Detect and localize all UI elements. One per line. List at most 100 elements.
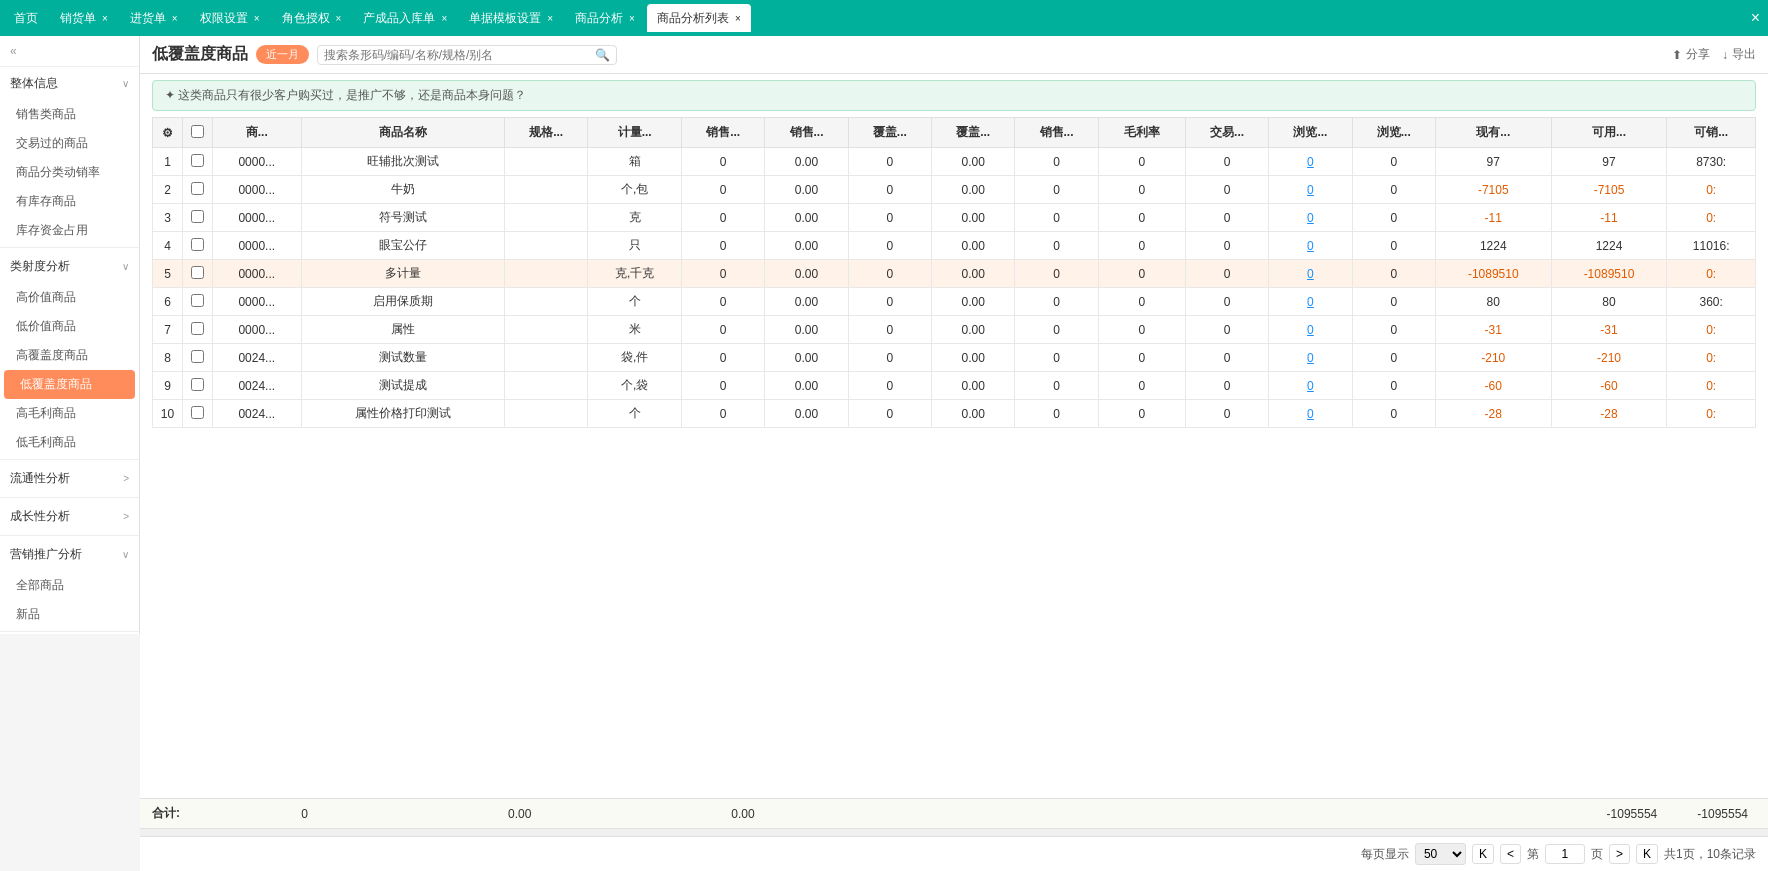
table-row: 20000...牛奶个,包00.0000.0000000-7105-71050: bbox=[153, 176, 1756, 204]
page-number-input[interactable] bbox=[1545, 844, 1585, 864]
row-cover2: 0.00 bbox=[932, 344, 1015, 372]
row-checkbox[interactable] bbox=[183, 148, 213, 176]
sidebar-item-销售类商品[interactable]: 销售类商品 bbox=[0, 100, 139, 129]
per-page-select[interactable]: 2050100 bbox=[1415, 843, 1466, 865]
last-page-button[interactable]: K bbox=[1636, 844, 1658, 864]
row-sales2: 0 bbox=[1015, 204, 1098, 232]
sidebar-collapse-icon[interactable]: « bbox=[10, 44, 17, 58]
sidebar-section-arrow: ∨ bbox=[122, 549, 129, 560]
row-gross-rate: 0 bbox=[1098, 260, 1185, 288]
close-window-button[interactable]: × bbox=[1751, 9, 1760, 27]
row-spec bbox=[504, 176, 587, 204]
row-browse1[interactable]: 0 bbox=[1269, 316, 1352, 344]
sidebar-section-成长性分析[interactable]: 成长性分析> bbox=[0, 500, 139, 533]
close-tab-icon[interactable]: × bbox=[102, 13, 108, 24]
row-browse1[interactable]: 0 bbox=[1269, 176, 1352, 204]
th-cover1: 覆盖... bbox=[848, 118, 931, 148]
row-available: -7105 bbox=[1551, 176, 1667, 204]
pagination-bar: 每页显示 2050100 K < 第 页 > K 共1页，10条记录 bbox=[140, 836, 1768, 871]
nav-tab-产成品入库单[interactable]: 产成品入库单 × bbox=[353, 4, 457, 32]
search-input[interactable] bbox=[324, 48, 591, 62]
sidebar-section-流通性分析[interactable]: 流通性分析> bbox=[0, 462, 139, 495]
row-trade: 0 bbox=[1185, 344, 1268, 372]
row-checkbox[interactable] bbox=[183, 232, 213, 260]
row-sales-qty: 0 bbox=[682, 372, 765, 400]
row-browse1[interactable]: 0 bbox=[1269, 204, 1352, 232]
info-banner: ✦ 这类商品只有很少客户购买过，是推广不够，还是商品本身问题？ bbox=[152, 80, 1756, 111]
sidebar-item-全部商品[interactable]: 全部商品 bbox=[0, 571, 139, 600]
row-code: 0000... bbox=[213, 204, 302, 232]
table-body: 10000...旺辅批次测试箱00.0000.000000097978730:2… bbox=[153, 148, 1756, 428]
nav-tab-销货单[interactable]: 销货单 × bbox=[50, 4, 118, 32]
row-checkbox[interactable] bbox=[183, 176, 213, 204]
row-cover1: 0 bbox=[848, 400, 931, 428]
content-area: 低覆盖度商品 近一月 🔍 ⬆ 分享 ↓ 导出 ✦ 这类商品只有很少客户购买过，是… bbox=[140, 36, 1768, 871]
close-tab-icon[interactable]: × bbox=[254, 13, 260, 24]
row-checkbox[interactable] bbox=[183, 260, 213, 288]
row-checkbox[interactable] bbox=[183, 372, 213, 400]
nav-tab-商品分析[interactable]: 商品分析 × bbox=[565, 4, 645, 32]
row-gross-rate: 0 bbox=[1098, 288, 1185, 316]
row-browse1[interactable]: 0 bbox=[1269, 260, 1352, 288]
select-all-checkbox[interactable] bbox=[191, 125, 204, 138]
row-checkbox[interactable] bbox=[183, 316, 213, 344]
nav-tab-进货单[interactable]: 进货单 × bbox=[120, 4, 188, 32]
close-tab-icon[interactable]: × bbox=[547, 13, 553, 24]
nav-tab-首页[interactable]: 首页 bbox=[4, 4, 48, 32]
main-layout: « 整体信息∨销售类商品交易过的商品商品分类动销率有库存商品库存资金占用类射度分… bbox=[0, 36, 1768, 871]
row-browse1[interactable]: 0 bbox=[1269, 148, 1352, 176]
sidebar-item-低价值商品[interactable]: 低价值商品 bbox=[0, 312, 139, 341]
sidebar-item-低覆盖度商品[interactable]: 低覆盖度商品 bbox=[4, 370, 135, 399]
row-sales2: 0 bbox=[1015, 232, 1098, 260]
close-tab-icon[interactable]: × bbox=[629, 13, 635, 24]
table-row: 10000...旺辅批次测试箱00.0000.000000097978730: bbox=[153, 148, 1756, 176]
nav-tab-权限设置[interactable]: 权限设置 × bbox=[190, 4, 270, 32]
row-browse1[interactable]: 0 bbox=[1269, 344, 1352, 372]
nav-tab-单据模板设置[interactable]: 单据模板设置 × bbox=[459, 4, 563, 32]
sidebar-section-营销推广分析[interactable]: 营销推广分析∨ bbox=[0, 538, 139, 571]
th-checkbox[interactable] bbox=[183, 118, 213, 148]
prev-page-button[interactable]: < bbox=[1500, 844, 1521, 864]
sidebar-item-新品[interactable]: 新品 bbox=[0, 600, 139, 629]
sidebar-item-有库存商品[interactable]: 有库存商品 bbox=[0, 187, 139, 216]
row-checkbox[interactable] bbox=[183, 344, 213, 372]
export-button[interactable]: ↓ 导出 bbox=[1722, 46, 1756, 63]
row-checkbox[interactable] bbox=[183, 204, 213, 232]
sidebar-item-高毛利商品[interactable]: 高毛利商品 bbox=[0, 399, 139, 428]
th-browse2: 浏览... bbox=[1352, 118, 1435, 148]
close-tab-icon[interactable]: × bbox=[336, 13, 342, 24]
sidebar-item-交易过的商品[interactable]: 交易过的商品 bbox=[0, 129, 139, 158]
close-tab-icon[interactable]: × bbox=[172, 13, 178, 24]
sidebar-item-低毛利商品[interactable]: 低毛利商品 bbox=[0, 428, 139, 457]
row-sales-qty: 0 bbox=[682, 176, 765, 204]
horizontal-scrollbar[interactable] bbox=[140, 828, 1768, 836]
row-unit: 克 bbox=[588, 204, 682, 232]
share-button[interactable]: ⬆ 分享 bbox=[1672, 46, 1710, 63]
sidebar-section-类射度分析[interactable]: 类射度分析∨ bbox=[0, 250, 139, 283]
next-page-button[interactable]: > bbox=[1609, 844, 1630, 864]
row-spec bbox=[504, 400, 587, 428]
row-available: 1224 bbox=[1551, 232, 1667, 260]
row-browse1[interactable]: 0 bbox=[1269, 400, 1352, 428]
sidebar-item-高覆盖度商品[interactable]: 高覆盖度商品 bbox=[0, 341, 139, 370]
close-tab-icon[interactable]: × bbox=[735, 13, 741, 24]
close-tab-icon[interactable]: × bbox=[441, 13, 447, 24]
row-sales-amt: 0.00 bbox=[765, 176, 848, 204]
row-checkbox[interactable] bbox=[183, 288, 213, 316]
row-browse1[interactable]: 0 bbox=[1269, 372, 1352, 400]
row-browse1[interactable]: 0 bbox=[1269, 288, 1352, 316]
sidebar-item-商品分类动销率[interactable]: 商品分类动销率 bbox=[0, 158, 139, 187]
time-filter-button[interactable]: 近一月 bbox=[256, 45, 309, 64]
sidebar-section-整体信息[interactable]: 整体信息∨ bbox=[0, 67, 139, 100]
row-current: -28 bbox=[1435, 400, 1551, 428]
sidebar-item-库存资金占用[interactable]: 库存资金占用 bbox=[0, 216, 139, 245]
first-page-button[interactable]: K bbox=[1472, 844, 1494, 864]
sidebar-item-高价值商品[interactable]: 高价值商品 bbox=[0, 283, 139, 312]
row-spec bbox=[504, 204, 587, 232]
nav-tab-角色授权[interactable]: 角色授权 × bbox=[272, 4, 352, 32]
row-checkbox[interactable] bbox=[183, 400, 213, 428]
nav-tab-商品分析列表[interactable]: 商品分析列表 × bbox=[647, 4, 751, 32]
row-browse1[interactable]: 0 bbox=[1269, 232, 1352, 260]
row-no: 8 bbox=[153, 344, 183, 372]
th-settings[interactable]: ⚙ bbox=[153, 118, 183, 148]
